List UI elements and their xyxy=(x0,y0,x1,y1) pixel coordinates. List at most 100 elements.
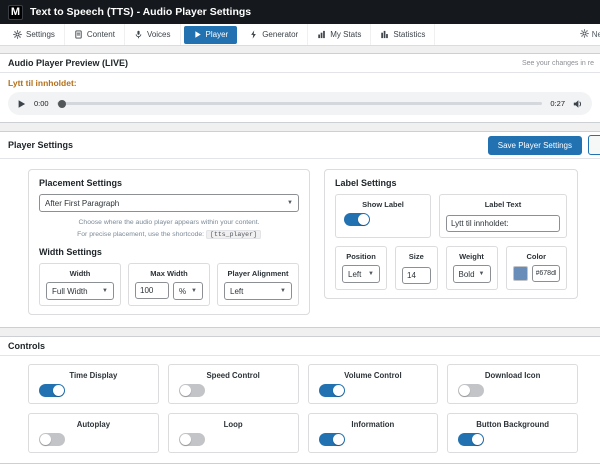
tab-content[interactable]: Content xyxy=(65,24,125,45)
tab-settings[interactable]: Settings xyxy=(4,24,65,45)
controls-title: Controls xyxy=(8,341,45,352)
control-button-background: Button Background xyxy=(447,413,578,454)
player-alignment-select[interactable]: Left ▼ xyxy=(224,282,292,301)
time-display-toggle[interactable] xyxy=(39,384,65,398)
placement-settings-title: Placement Settings xyxy=(39,178,123,188)
position-select[interactable]: Left ▼ xyxy=(342,265,380,283)
current-time: 0:00 xyxy=(34,99,49,108)
information-toggle[interactable] xyxy=(318,433,345,447)
lightning-icon xyxy=(249,30,258,39)
volume-icon[interactable] xyxy=(573,99,583,109)
label-settings-title: Label Settings xyxy=(335,178,397,188)
max-width-unit-select[interactable]: % ▼ xyxy=(173,282,203,301)
placement-help-line1: Choose where the audio player appears wi… xyxy=(78,219,260,226)
max-width-unit-value: % xyxy=(179,286,187,296)
help-label: Ne xyxy=(591,30,600,39)
chevron-down-icon: ▼ xyxy=(478,271,485,277)
weight-field: Weight Bold ▼ xyxy=(445,246,498,290)
duration: 0:27 xyxy=(550,99,565,108)
color-swatch[interactable] xyxy=(512,266,528,281)
microphone-icon xyxy=(134,30,143,39)
label-text-label: Label Text xyxy=(484,200,522,209)
seek-thumb[interactable] xyxy=(57,99,66,108)
tab-label: Settings xyxy=(26,30,55,39)
tab-label: Voices xyxy=(146,30,171,39)
player-settings-section: Player Settings Save Player Settings Pla… xyxy=(0,131,600,329)
control-time-display: Time Display xyxy=(28,364,159,405)
preview-section: Audio Player Preview (LIVE) See your cha… xyxy=(0,53,600,123)
color-field: Color xyxy=(505,246,567,290)
label-text-field: Label Text xyxy=(439,194,567,238)
seek-bar[interactable] xyxy=(56,99,543,108)
chevron-down-icon: ▼ xyxy=(287,200,293,206)
tab-statistics[interactable]: Statistics xyxy=(371,24,436,45)
control-volume-control: Volume Control xyxy=(307,364,439,405)
button-background-toggle[interactable] xyxy=(458,433,485,447)
tab-voices[interactable]: Voices xyxy=(125,24,181,45)
bar-chart-icon xyxy=(317,30,326,39)
player-settings-body: Placement Settings After First Paragraph… xyxy=(0,159,600,327)
tab-label: My Stats xyxy=(330,30,362,39)
controls-section: Controls Time Display Speed Control Volu… xyxy=(0,336,600,464)
width-label: Width xyxy=(69,269,91,279)
width-field: Width Full Width ▼ xyxy=(39,263,121,307)
control-label: Time Display xyxy=(69,371,118,381)
page-title: Text to Speech (TTS) - Audio Player Sett… xyxy=(30,6,252,18)
topbar: M Text to Speech (TTS) - Audio Player Se… xyxy=(0,0,600,24)
size-label: Size xyxy=(408,252,424,261)
audio-player-label: Lytt til innholdet: xyxy=(8,78,77,88)
color-input[interactable] xyxy=(531,265,560,282)
control-label: Speed Control xyxy=(206,371,260,381)
preview-title: Audio Player Preview (LIVE) xyxy=(8,58,129,68)
volume-control-toggle[interactable] xyxy=(318,384,345,398)
position-field: Position Left ▼ xyxy=(335,246,387,290)
download-icon-toggle[interactable] xyxy=(458,384,485,398)
speed-control-toggle[interactable] xyxy=(178,384,205,398)
tab-player[interactable]: Player xyxy=(183,25,238,44)
size-input[interactable] xyxy=(402,267,431,284)
position-value: Left xyxy=(348,269,362,279)
control-information: Information xyxy=(307,413,439,454)
autoplay-toggle[interactable] xyxy=(39,433,65,447)
control-label: Button Background xyxy=(476,420,549,430)
secondary-button-clipped[interactable] xyxy=(588,135,600,155)
tab-label: Player xyxy=(205,30,229,39)
gear-icon xyxy=(580,29,589,40)
placement-help-line2: For precise placement, use the shortcode… xyxy=(77,230,205,238)
tab-my-stats[interactable]: My Stats xyxy=(308,24,372,45)
gear-icon xyxy=(13,30,22,39)
chevron-down-icon: ▼ xyxy=(280,288,286,295)
max-width-input[interactable] xyxy=(135,282,169,300)
control-loop: Loop xyxy=(167,413,299,454)
chevron-down-icon: ▼ xyxy=(191,288,197,295)
document-icon xyxy=(74,30,83,39)
tab-generator[interactable]: Generator xyxy=(240,24,309,45)
width-select[interactable]: Full Width ▼ xyxy=(46,282,114,301)
placement-select-value: After First Paragraph xyxy=(45,198,120,208)
weight-value: Bold xyxy=(458,269,475,279)
width-settings-title: Width Settings xyxy=(39,247,102,258)
chevron-down-icon: ▼ xyxy=(368,271,374,277)
tabbar: Settings Content Voices Player Generator… xyxy=(0,24,600,46)
control-label: Autoplay xyxy=(76,420,111,430)
color-label: Color xyxy=(526,252,547,261)
shortcode-chip: [tts_player] xyxy=(206,229,261,239)
weight-select[interactable]: Bold ▼ xyxy=(452,265,491,283)
label-text-input[interactable] xyxy=(446,215,560,232)
preview-body: Lytt til innholdet: 0:00 0:27 xyxy=(0,73,600,122)
player-alignment-value: Left xyxy=(230,286,244,296)
show-label-toggle[interactable] xyxy=(344,213,370,226)
tab-label: Content xyxy=(86,30,115,39)
label-settings-row1: Show Label Label Text xyxy=(335,194,567,238)
width-settings-row: Width Full Width ▼ Max Width % ▼ xyxy=(39,263,299,307)
placement-select[interactable]: After First Paragraph ▼ xyxy=(39,194,299,212)
play-button-icon[interactable] xyxy=(17,99,26,109)
app-logo: M xyxy=(8,4,23,20)
loop-toggle[interactable] xyxy=(178,433,205,447)
control-label: Information xyxy=(351,420,395,430)
help-menu-item[interactable]: Ne xyxy=(580,29,600,40)
control-download-icon: Download Icon xyxy=(447,364,578,405)
app-logo-letter: M xyxy=(10,6,21,18)
save-player-settings-button[interactable]: Save Player Settings xyxy=(487,135,582,155)
label-settings-card: Label Settings Show Label Label Text Pos… xyxy=(324,169,578,299)
